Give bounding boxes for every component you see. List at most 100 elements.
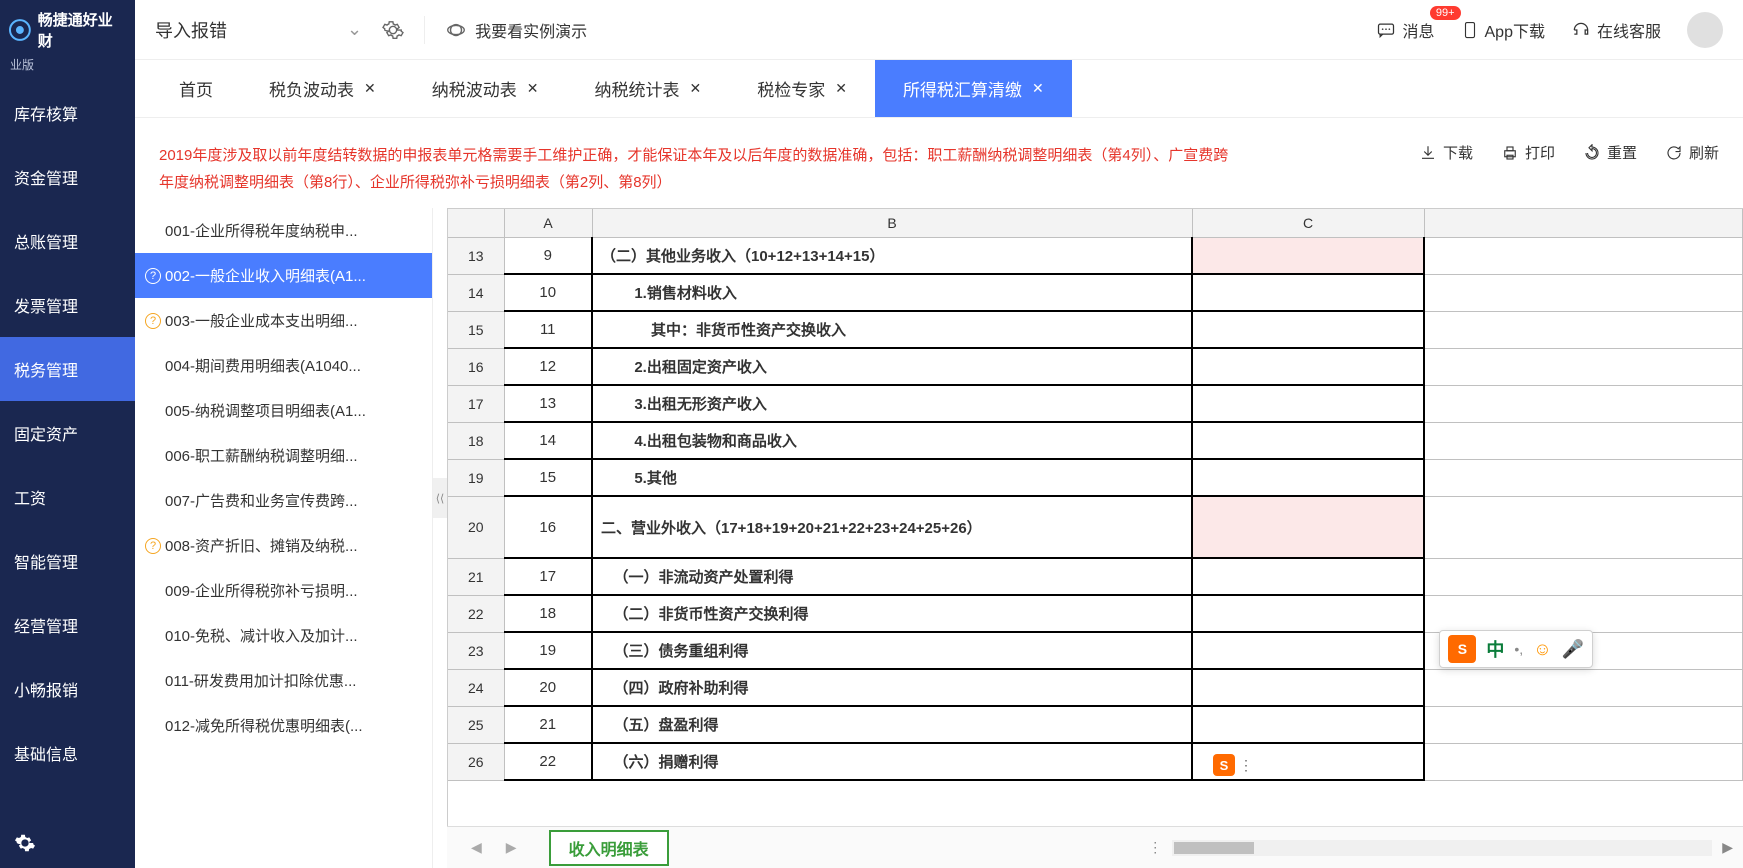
collapse-handle[interactable]: ⟨⟨ xyxy=(433,478,447,518)
tab[interactable]: 税检专家✕ xyxy=(729,60,875,117)
grid[interactable]: A B C 139（二）其他业务收入（10+12+13+14+15）1410 1… xyxy=(447,208,1743,826)
app-download-button[interactable]: App下载 xyxy=(1461,18,1545,42)
row-header[interactable]: 15 xyxy=(448,311,504,348)
form-list-item[interactable]: 011-研发费用加计扣除优惠... xyxy=(135,658,432,703)
settings-icon[interactable] xyxy=(382,19,404,41)
row-header[interactable]: 18 xyxy=(448,422,504,459)
ime-toolbar[interactable]: S 中 •, ☺ 🎤 xyxy=(1439,630,1593,668)
col-header-C[interactable]: C xyxy=(1192,209,1424,237)
row-header[interactable]: 24 xyxy=(448,669,504,706)
cell[interactable] xyxy=(1192,632,1424,669)
cell[interactable] xyxy=(1192,274,1424,311)
tab[interactable]: 税负波动表✕ xyxy=(241,60,404,117)
form-list-item[interactable]: 001-企业所得税年度纳税申... xyxy=(135,208,432,253)
corner-cell[interactable] xyxy=(448,209,504,237)
reset-button[interactable]: 重置 xyxy=(1583,142,1637,163)
close-icon[interactable]: ✕ xyxy=(527,80,539,97)
tab[interactable]: 纳税统计表✕ xyxy=(566,60,729,117)
cell[interactable] xyxy=(1192,459,1424,496)
support-button[interactable]: 在线客服 xyxy=(1571,18,1661,42)
cell[interactable]: 12 xyxy=(504,348,592,385)
cell[interactable] xyxy=(1192,595,1424,632)
cell[interactable] xyxy=(1192,311,1424,348)
col-header-A[interactable]: A xyxy=(504,209,592,237)
cell[interactable]: 1.销售材料收入 xyxy=(592,274,1192,311)
nav-item[interactable]: 发票管理 xyxy=(0,273,135,337)
row-header[interactable]: 26 xyxy=(448,743,504,780)
cell[interactable]: 22 xyxy=(504,743,592,780)
close-icon[interactable]: ✕ xyxy=(835,80,847,97)
cell[interactable]: （五）盘盈利得 xyxy=(592,706,1192,743)
demo-link[interactable]: 我要看实例演示 xyxy=(445,18,587,42)
cell[interactable]: 2.出租固定资产收入 xyxy=(592,348,1192,385)
close-icon[interactable]: ✕ xyxy=(1032,80,1044,97)
sheet-tab[interactable]: 收入明细表 xyxy=(549,830,669,866)
nav-item[interactable]: 总账管理 xyxy=(0,209,135,273)
cell[interactable] xyxy=(1192,422,1424,459)
form-list-item[interactable]: 006-职工薪酬纳税调整明细... xyxy=(135,433,432,478)
sheet-menu-icon[interactable]: ⋮ xyxy=(1148,839,1162,856)
ime-emoji-icon[interactable]: ☺ xyxy=(1533,639,1551,660)
messages-button[interactable]: 消息 99+ xyxy=(1376,18,1434,42)
row-header[interactable]: 17 xyxy=(448,385,504,422)
ime-mode-icon[interactable]: •, xyxy=(1514,641,1523,657)
scroll-right-icon[interactable]: ▶ xyxy=(1722,839,1733,856)
form-list-item[interactable]: ?008-资产折旧、摊销及纳税... xyxy=(135,523,432,568)
cell[interactable]: 其中：非货币性资产交换收入 xyxy=(592,311,1192,348)
ime-lang[interactable]: 中 xyxy=(1486,636,1504,662)
row-header[interactable]: 22 xyxy=(448,595,504,632)
cell[interactable]: 13 xyxy=(504,385,592,422)
form-list-item[interactable]: 004-期间费用明细表(A1040... xyxy=(135,343,432,388)
row-header[interactable]: 19 xyxy=(448,459,504,496)
cell[interactable]: （六）捐赠利得 xyxy=(592,743,1192,780)
cell[interactable] xyxy=(1192,237,1424,274)
tab[interactable]: 首页 xyxy=(151,60,241,117)
print-button[interactable]: 打印 xyxy=(1501,142,1555,163)
cell[interactable]: （三）债务重组利得 xyxy=(592,632,1192,669)
cell[interactable]: （四）政府补助利得 xyxy=(592,669,1192,706)
form-list-item[interactable]: ?002-一般企业收入明细表(A1... xyxy=(135,253,432,298)
nav-item[interactable]: 智能管理 xyxy=(0,529,135,593)
row-header[interactable]: 21 xyxy=(448,558,504,595)
cell[interactable]: 9 xyxy=(504,237,592,274)
cell[interactable]: 5.其他 xyxy=(592,459,1192,496)
cell[interactable]: 21 xyxy=(504,706,592,743)
ime-menu-icon[interactable]: ⋮ xyxy=(1239,757,1253,774)
nav-item[interactable]: 基础信息 xyxy=(0,721,135,785)
form-list-item[interactable]: ?003-一般企业成本支出明细... xyxy=(135,298,432,343)
row-header[interactable]: 23 xyxy=(448,632,504,669)
form-list-item[interactable]: 005-纳税调整项目明细表(A1... xyxy=(135,388,432,433)
col-header-B[interactable]: B xyxy=(592,209,1192,237)
nav-item[interactable]: 资金管理 xyxy=(0,145,135,209)
row-header[interactable]: 13 xyxy=(448,237,504,274)
cell[interactable]: （二）其他业务收入（10+12+13+14+15） xyxy=(592,237,1192,274)
cell[interactable]: 19 xyxy=(504,632,592,669)
nav-item[interactable]: 库存核算 xyxy=(0,81,135,145)
cell[interactable]: 二、营业外收入（17+18+19+20+21+22+23+24+25+26） xyxy=(592,496,1192,558)
tab[interactable]: 所得税汇算清缴✕ xyxy=(875,60,1072,117)
horizontal-scrollbar[interactable] xyxy=(1172,840,1712,856)
nav-item[interactable]: 工资 xyxy=(0,465,135,529)
nav-item[interactable]: 小畅报销 xyxy=(0,657,135,721)
cell[interactable] xyxy=(1192,348,1424,385)
sheet-prev-icon[interactable]: ◀ xyxy=(471,839,482,856)
import-dropdown[interactable]: 导入报错 ⌄ xyxy=(155,17,362,43)
cell[interactable] xyxy=(1192,496,1424,558)
nav-item[interactable]: 税务管理 xyxy=(0,337,135,401)
cell[interactable]: （二）非货币性资产交换利得 xyxy=(592,595,1192,632)
close-icon[interactable]: ✕ xyxy=(689,80,701,97)
cell[interactable] xyxy=(1192,385,1424,422)
cell[interactable]: 16 xyxy=(504,496,592,558)
nav-item[interactable]: 经营管理 xyxy=(0,593,135,657)
tab[interactable]: 纳税波动表✕ xyxy=(404,60,567,117)
cell[interactable]: 15 xyxy=(504,459,592,496)
sheet-next-icon[interactable]: ▶ xyxy=(506,839,517,856)
close-icon[interactable]: ✕ xyxy=(364,80,376,97)
cell[interactable]: 17 xyxy=(504,558,592,595)
form-list-item[interactable]: 010-免税、减计收入及加计... xyxy=(135,613,432,658)
cell[interactable]: 10 xyxy=(504,274,592,311)
form-list-item[interactable]: 009-企业所得税弥补亏损明... xyxy=(135,568,432,613)
cell[interactable] xyxy=(1192,669,1424,706)
cell[interactable]: 3.出租无形资产收入 xyxy=(592,385,1192,422)
cell[interactable]: 14 xyxy=(504,422,592,459)
